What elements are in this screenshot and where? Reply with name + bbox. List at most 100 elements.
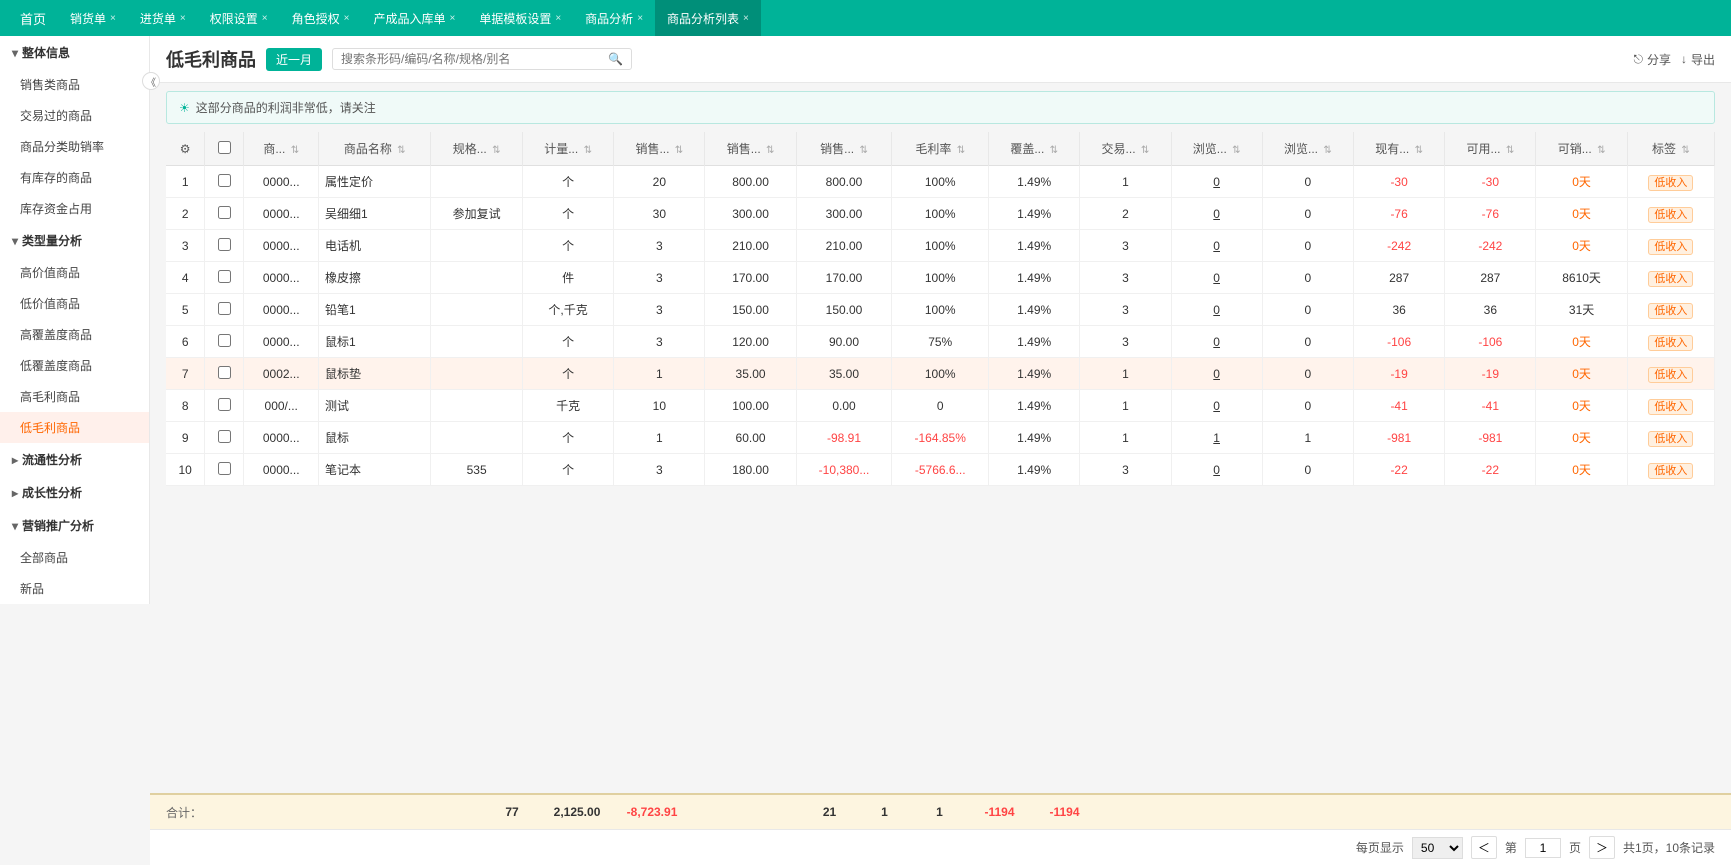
page-number-input[interactable] (1525, 838, 1561, 858)
sidebar-item-low-margin[interactable]: 低毛利商品 (0, 412, 149, 443)
nav-close-sales[interactable]: × (110, 13, 116, 24)
row-checkbox[interactable] (218, 430, 231, 443)
row-checkbox[interactable] (218, 270, 231, 283)
cell-checkbox[interactable] (205, 390, 244, 422)
th-trade[interactable]: 交易... ⇅ (1080, 132, 1171, 166)
th-available[interactable]: 可用... ⇅ (1445, 132, 1536, 166)
th-sellable-days[interactable]: 可销... ⇅ (1536, 132, 1627, 166)
cell-view1[interactable]: 0 (1171, 358, 1262, 390)
th-sales-qty[interactable]: 销售... ⇅ (614, 132, 705, 166)
date-filter-button[interactable]: 近一月 (266, 48, 322, 71)
select-all-checkbox[interactable] (218, 141, 231, 154)
row-checkbox[interactable] (218, 366, 231, 379)
sidebar-item-high-value[interactable]: 高价值商品 (0, 257, 149, 288)
nav-close-template[interactable]: × (555, 13, 561, 24)
th-name[interactable]: 商品名称 ⇅ (319, 132, 431, 166)
th-current-stock[interactable]: 现有... ⇅ (1354, 132, 1445, 166)
sidebar-collapse-button[interactable]: 《 (142, 72, 160, 90)
cell-view1[interactable]: 0 (1171, 166, 1262, 198)
nav-close-storage[interactable]: × (449, 13, 455, 24)
cell-checkbox[interactable] (205, 326, 244, 358)
sidebar-item-sales-goods[interactable]: 销售类商品 (0, 69, 149, 100)
th-settings[interactable]: ⚙ (166, 132, 205, 166)
per-page-select[interactable]: 50 100 200 (1412, 837, 1463, 859)
row-checkbox[interactable] (218, 206, 231, 219)
th-code[interactable]: 商... ⇅ (244, 132, 319, 166)
cell-checkbox[interactable] (205, 422, 244, 454)
cell-view1[interactable]: 0 (1171, 294, 1262, 326)
cell-checkbox[interactable] (205, 230, 244, 262)
cell-view1[interactable]: 0 (1171, 230, 1262, 262)
nav-home[interactable]: 首页 (8, 0, 58, 36)
nav-permission[interactable]: 权限设置 × (198, 0, 280, 36)
cell-num: 1 (166, 166, 205, 198)
row-checkbox[interactable] (218, 398, 231, 411)
nav-goods-analysis[interactable]: 商品分析 × (573, 0, 655, 36)
row-checkbox[interactable] (218, 334, 231, 347)
row-checkbox[interactable] (218, 302, 231, 315)
th-tag[interactable]: 标签 ⇅ (1627, 132, 1714, 166)
row-checkbox[interactable] (218, 462, 231, 475)
nav-close-role[interactable]: × (344, 13, 350, 24)
sidebar-item-new-goods[interactable]: 新品 (0, 573, 149, 604)
nav-product-storage[interactable]: 产成品入库单 × (361, 0, 467, 36)
cell-sales-price: 60.00 (705, 422, 796, 454)
cell-checkbox[interactable] (205, 198, 244, 230)
nav-close-analysis[interactable]: × (637, 13, 643, 24)
th-view1[interactable]: 浏览... ⇅ (1171, 132, 1262, 166)
th-cover[interactable]: 覆盖... ⇅ (989, 132, 1080, 166)
cell-checkbox[interactable] (205, 262, 244, 294)
th-gross-rate[interactable]: 毛利率 ⇅ (892, 132, 989, 166)
nav-close-purchase[interactable]: × (180, 13, 186, 24)
row-checkbox[interactable] (218, 238, 231, 251)
th-spec[interactable]: 规格... ⇅ (431, 132, 523, 166)
nav-role-auth[interactable]: 角色授权 × (280, 0, 362, 36)
sidebar-group-growth-analysis[interactable]: ▸ 成长性分析 (0, 476, 149, 509)
nav-purchase-order[interactable]: 进货单 × (128, 0, 198, 36)
prev-page-button[interactable]: ＜ (1471, 836, 1497, 859)
th-checkbox[interactable] (205, 132, 244, 166)
nav-goods-analysis-list[interactable]: 商品分析列表 × (655, 0, 761, 36)
share-button[interactable]: ⎋ 分享 (1633, 51, 1671, 68)
cell-spec (431, 422, 523, 454)
th-view2[interactable]: 浏览... ⇅ (1262, 132, 1353, 166)
sidebar-item-low-value[interactable]: 低价值商品 (0, 288, 149, 319)
cell-checkbox[interactable] (205, 454, 244, 486)
cell-checkbox[interactable] (205, 166, 244, 198)
sidebar-group-type-analysis[interactable]: ▾ 类型量分析 (0, 224, 149, 257)
sidebar-item-high-coverage[interactable]: 高覆盖度商品 (0, 319, 149, 350)
cell-view1[interactable]: 0 (1171, 198, 1262, 230)
row-checkbox[interactable] (218, 174, 231, 187)
nav-sales-order[interactable]: 销货单 × (58, 0, 128, 36)
cell-view1[interactable]: 0 (1171, 454, 1262, 486)
cell-view1[interactable]: 0 (1171, 390, 1262, 422)
th-sales-amount[interactable]: 销售... ⇅ (796, 132, 892, 166)
cell-view1[interactable]: 0 (1171, 326, 1262, 358)
sidebar-item-high-margin[interactable]: 高毛利商品 (0, 381, 149, 412)
nav-close-analysis-list[interactable]: × (743, 13, 749, 24)
sidebar-item-all-goods[interactable]: 全部商品 (0, 542, 149, 573)
sidebar-item-traded-goods[interactable]: 交易过的商品 (0, 100, 149, 131)
sidebar-group-flow-analysis[interactable]: ▸ 流通性分析 (0, 443, 149, 476)
sidebar-item-stock-goods[interactable]: 有库存的商品 (0, 162, 149, 193)
cell-checkbox[interactable] (205, 358, 244, 390)
next-page-button[interactable]: ＞ (1589, 836, 1615, 859)
search-input[interactable] (341, 52, 608, 66)
export-button[interactable]: ↓ 导出 (1681, 51, 1715, 68)
search-icon[interactable]: 🔍 (608, 52, 623, 66)
pagination-bar: 每页显示 50 100 200 ＜ 第 页 ＞ 共1页，10条记录 (150, 829, 1731, 865)
cell-checkbox[interactable] (205, 294, 244, 326)
cell-trade: 3 (1080, 294, 1171, 326)
th-unit[interactable]: 计量... ⇅ (522, 132, 613, 166)
nav-template[interactable]: 单据模板设置 × (467, 0, 573, 36)
sidebar-group-overall[interactable]: ▾ 整体信息 (0, 36, 149, 69)
sidebar-item-capital-stock[interactable]: 库存资金占用 (0, 193, 149, 224)
th-sales-price[interactable]: 销售... ⇅ (705, 132, 796, 166)
cell-view1[interactable]: 1 (1171, 422, 1262, 454)
tag-badge: 低收入 (1648, 207, 1693, 223)
nav-close-permission[interactable]: × (262, 13, 268, 24)
sidebar-item-low-coverage[interactable]: 低覆盖度商品 (0, 350, 149, 381)
sidebar-item-goods-category-rate[interactable]: 商品分类助销率 (0, 131, 149, 162)
cell-view1[interactable]: 0 (1171, 262, 1262, 294)
sidebar-group-marketing-analysis[interactable]: ▾ 营销推广分析 (0, 509, 149, 542)
